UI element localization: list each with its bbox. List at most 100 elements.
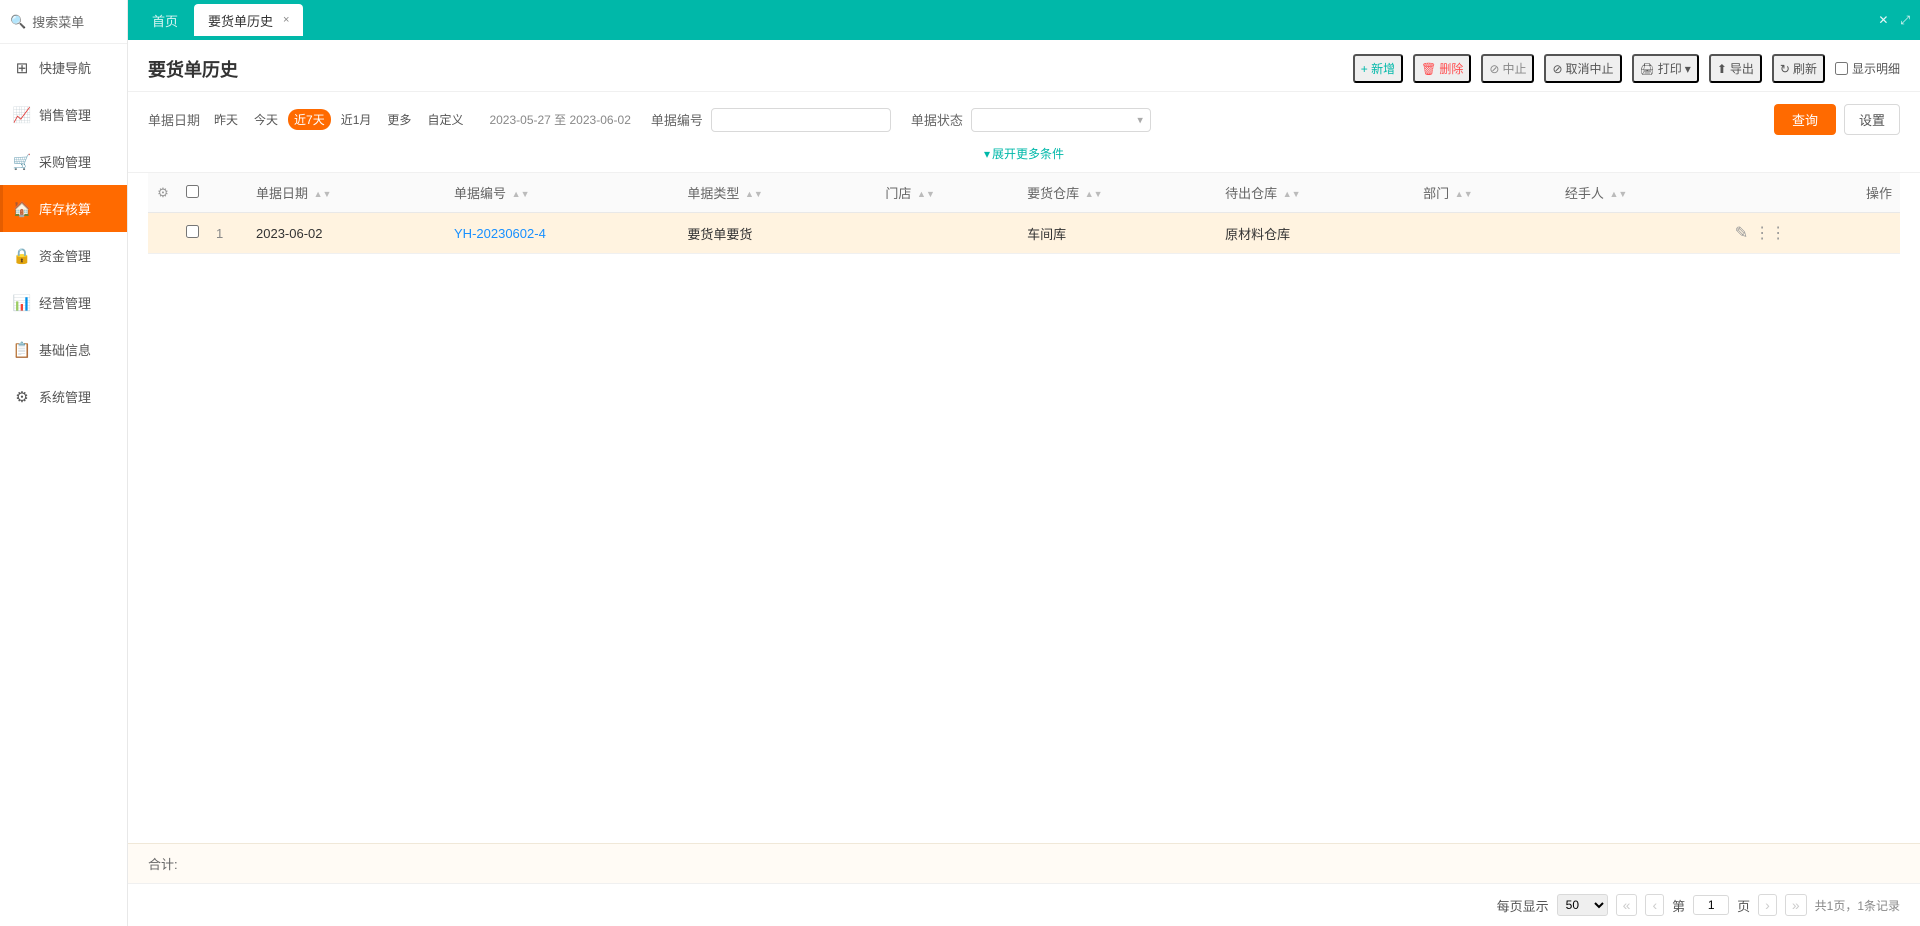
delete-button[interactable]: 🗑 删除 — [1413, 54, 1471, 83]
filter-area: 单据日期 昨天 今天 近7天 近1月 更多 自定义 2023-05-27 至 2… — [128, 92, 1920, 173]
export-button[interactable]: ⬆ 导出 — [1709, 54, 1762, 83]
sort-doctype-icon[interactable]: ▲▼ — [745, 190, 763, 199]
sidebar-item-label: 库存核算 — [39, 199, 91, 218]
tab-history[interactable]: 要货单历史 × — [194, 4, 303, 36]
select-all-checkbox[interactable] — [186, 185, 199, 198]
sidebar-item-label: 系统管理 — [39, 387, 91, 406]
refresh-icon: ↻ — [1780, 62, 1790, 76]
row-edit-icon[interactable]: ✎ — [1735, 223, 1748, 243]
doc-status-select[interactable] — [971, 108, 1151, 132]
sidebar-item-finance[interactable]: 🔒 资金管理 — [0, 232, 127, 279]
sort-handler-icon[interactable]: ▲▼ — [1610, 190, 1628, 199]
page-header: 要货单历史 + 新增 🗑 删除 ⊘ 中止 ⊘ 取消中止 🖨 打印 — [128, 40, 1920, 92]
sidebar-item-purchase[interactable]: 🛒 采购管理 — [0, 138, 127, 185]
row-more-icon[interactable]: ⋮⋮ — [1754, 223, 1786, 243]
table-header-row: ⚙ 单据日期 ▲▼ 单据编号 ▲▼ — [148, 173, 1900, 213]
refresh-button[interactable]: ↻ 刷新 — [1772, 54, 1825, 83]
sidebar: 🔍 搜索菜单 ⊞ 快捷导航 📈 销售管理 🛒 采购管理 🏠 库存核算 🔒 资金管… — [0, 0, 128, 926]
date-range-group: 2023-05-27 至 2023-06-02 — [489, 111, 630, 128]
delete-label: 删除 — [1439, 60, 1463, 77]
date-filter-group: 单据日期 昨天 今天 近7天 近1月 更多 自定义 — [148, 109, 469, 130]
new-button[interactable]: + 新增 — [1353, 54, 1403, 83]
expand-filter-icon: ▾ — [984, 147, 990, 161]
row-select-checkbox[interactable] — [186, 225, 199, 238]
tab-history-label: 要货单历史 — [208, 11, 273, 30]
stop-icon: ⊘ — [1489, 62, 1499, 76]
row-doc-no: YH-20230602-4 — [446, 213, 679, 254]
sidebar-item-label: 销售管理 — [39, 105, 91, 124]
th-action: 操作 — [1727, 173, 1900, 213]
doc-no-link[interactable]: YH-20230602-4 — [454, 226, 546, 241]
stop-button[interactable]: ⊘ 中止 — [1481, 54, 1534, 83]
show-detail-toggle[interactable]: 显示明细 — [1835, 60, 1900, 77]
tab-close-icon[interactable]: × — [283, 14, 289, 26]
action-buttons: ✎ ⋮⋮ — [1735, 223, 1892, 243]
filter-row: 单据日期 昨天 今天 近7天 近1月 更多 自定义 2023-05-27 至 2… — [148, 104, 1900, 135]
page-size-select[interactable]: 50 10 20 100 — [1557, 894, 1608, 916]
sort-reqwh-icon[interactable]: ▲▼ — [1085, 190, 1103, 199]
sort-date-icon[interactable]: ▲▼ — [314, 190, 332, 199]
quick-nav-icon: ⊞ — [13, 59, 31, 77]
system-icon: ⚙ — [13, 388, 31, 406]
show-detail-label-text: 显示明细 — [1852, 60, 1900, 77]
date-btn-yesterday[interactable]: 昨天 — [208, 109, 244, 130]
filter-actions: 查询 设置 — [1774, 104, 1900, 135]
summary-bar: 合计: — [128, 843, 1920, 883]
row-req-warehouse: 车间库 — [1019, 213, 1217, 254]
topbar-close-btn[interactable]: ✕ — [1878, 13, 1888, 27]
operation-icon: 📊 — [13, 294, 31, 312]
first-page-btn[interactable]: « — [1616, 894, 1638, 916]
sidebar-item-system[interactable]: ⚙ 系统管理 — [0, 373, 127, 420]
date-btn-1month[interactable]: 近1月 — [335, 109, 378, 130]
th-num — [208, 173, 248, 213]
doc-number-input[interactable] — [711, 108, 891, 132]
date-btn-custom[interactable]: 自定义 — [421, 109, 469, 130]
sidebar-item-sales[interactable]: 📈 销售管理 — [0, 91, 127, 138]
setting-button[interactable]: 设置 — [1844, 104, 1900, 135]
cancel-stop-icon: ⊘ — [1552, 62, 1562, 76]
sidebar-search[interactable]: 🔍 搜索菜单 — [0, 0, 127, 44]
basic-icon: 📋 — [13, 341, 31, 359]
sort-pendwh-icon[interactable]: ▲▼ — [1283, 190, 1301, 199]
sidebar-item-quick-nav[interactable]: ⊞ 快捷导航 — [0, 44, 127, 91]
show-detail-checkbox[interactable] — [1835, 62, 1848, 75]
sidebar-item-operation[interactable]: 📊 经营管理 — [0, 279, 127, 326]
th-doc-type: 单据类型 ▲▼ — [679, 173, 877, 213]
row-dept — [1415, 213, 1557, 254]
th-dept: 部门 ▲▼ — [1415, 173, 1557, 213]
cancel-stop-button[interactable]: ⊘ 取消中止 — [1544, 54, 1621, 83]
date-btn-7days[interactable]: 近7天 — [288, 109, 331, 130]
page-title: 要货单历史 — [148, 56, 238, 82]
row-action: ✎ ⋮⋮ — [1727, 213, 1900, 254]
settings-icon[interactable]: ⚙ — [157, 185, 169, 200]
th-handler: 经手人 ▲▼ — [1557, 173, 1727, 213]
last-page-btn[interactable]: » — [1785, 894, 1807, 916]
row-handler — [1557, 213, 1727, 254]
sidebar-item-inventory[interactable]: 🏠 库存核算 — [0, 185, 127, 232]
query-button[interactable]: 查询 — [1774, 104, 1836, 135]
row-doc-type: 要货单要货 — [679, 213, 877, 254]
sort-docno-icon[interactable]: ▲▼ — [512, 190, 530, 199]
print-button[interactable]: 🖨 打印 ▾ — [1632, 54, 1699, 83]
sidebar-item-basic[interactable]: 📋 基础信息 — [0, 326, 127, 373]
sidebar-search-label: 搜索菜单 — [32, 12, 84, 31]
pagination: 每页显示 50 10 20 100 « ‹ 第 页 › » 共1页，1条记录 — [128, 883, 1920, 926]
row-settings — [148, 213, 178, 254]
page-input[interactable] — [1693, 895, 1729, 915]
expand-filter-button[interactable]: ▾ 展开更多条件 — [974, 141, 1074, 166]
prev-page-btn[interactable]: ‹ — [1645, 894, 1664, 916]
date-btn-today[interactable]: 今天 — [248, 109, 284, 130]
topbar-expand-btn[interactable]: ⤢ — [1900, 13, 1910, 28]
date-btn-more[interactable]: 更多 — [381, 109, 417, 130]
row-date: 2023-06-02 — [248, 213, 446, 254]
inventory-icon: 🏠 — [13, 200, 31, 218]
th-date: 单据日期 ▲▼ — [248, 173, 446, 213]
print-icon: 🖨 — [1640, 62, 1655, 76]
sort-store-icon[interactable]: ▲▼ — [917, 190, 935, 199]
tab-home-label: 首页 — [152, 11, 178, 30]
data-table: ⚙ 单据日期 ▲▼ 单据编号 ▲▼ — [148, 173, 1900, 254]
page-size-label: 每页显示 — [1497, 896, 1549, 915]
next-page-btn[interactable]: › — [1758, 894, 1777, 916]
sort-dept-icon[interactable]: ▲▼ — [1455, 190, 1473, 199]
tab-home[interactable]: 首页 — [138, 4, 192, 36]
